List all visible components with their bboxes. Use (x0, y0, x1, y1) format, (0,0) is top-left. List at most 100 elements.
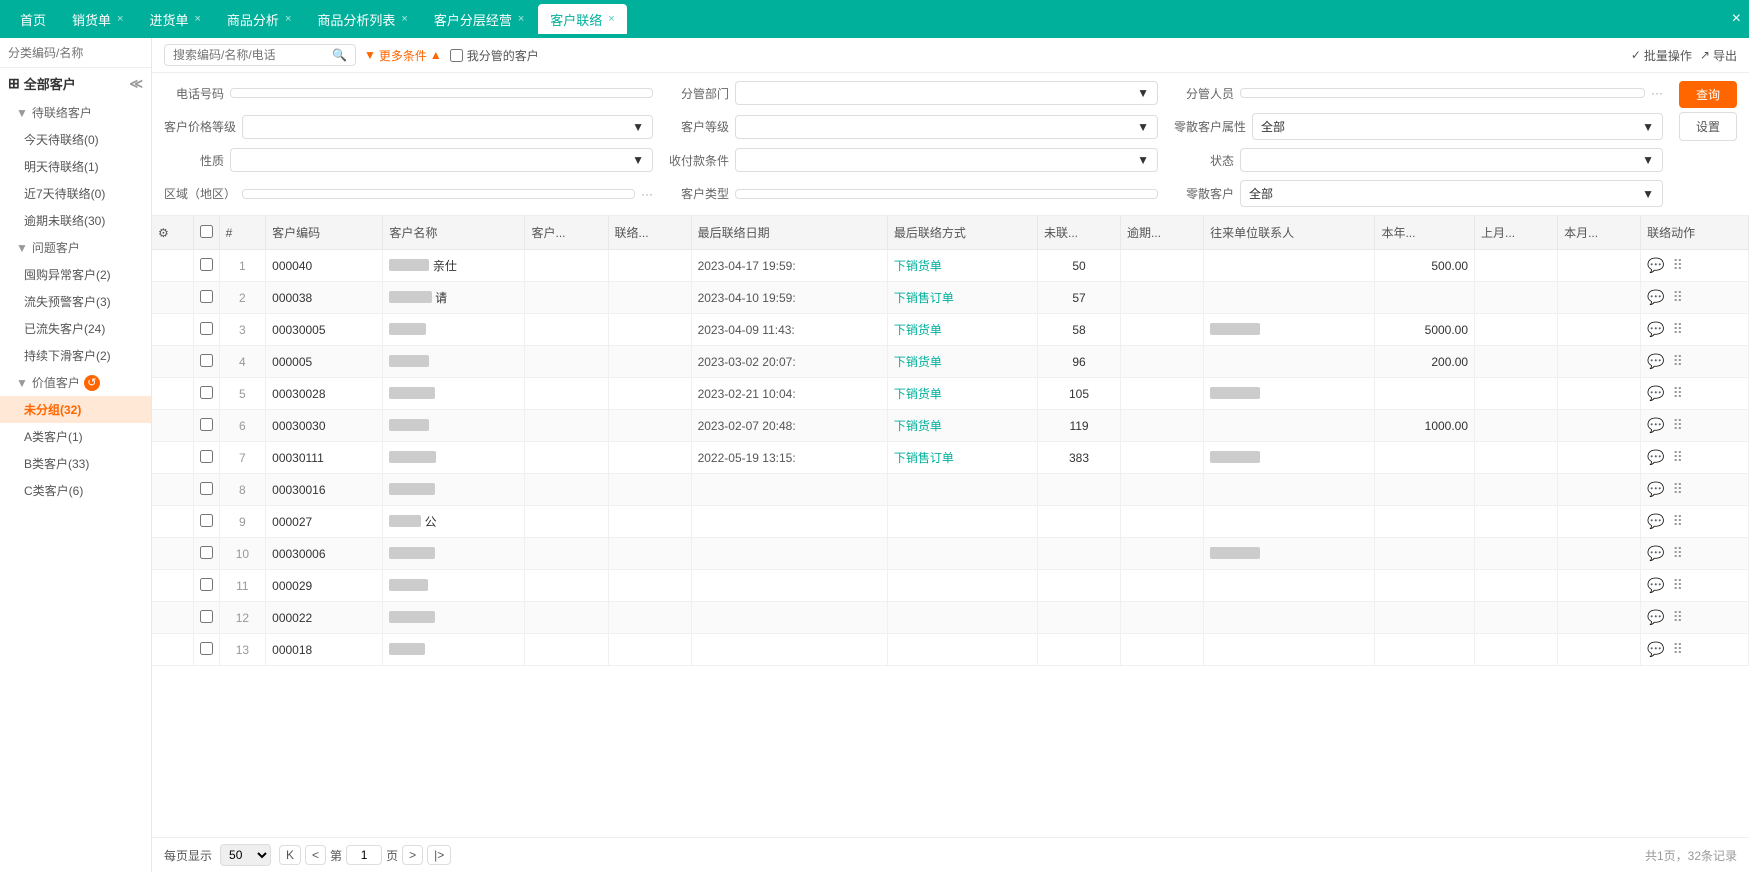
last-contact-type-link[interactable]: 下销货单 (894, 419, 942, 433)
last-contact-type-link[interactable]: 下销货单 (894, 387, 942, 401)
col-overdue[interactable]: 逾期... (1121, 216, 1204, 250)
comment-icon[interactable]: 💬 (1647, 545, 1664, 562)
comment-icon[interactable]: 💬 (1647, 641, 1664, 658)
col-code[interactable]: 客户编码 (266, 216, 383, 250)
row-checkbox[interactable] (200, 322, 213, 335)
row-checkbox[interactable] (200, 386, 213, 399)
tab-customer-tier[interactable]: 客户分层经营 × (422, 4, 536, 34)
row-checkbox[interactable] (200, 290, 213, 303)
comment-icon[interactable]: 💬 (1647, 385, 1664, 402)
last-contact-type-link[interactable]: 下销售订单 (894, 291, 954, 305)
nature-select[interactable]: ▼ (230, 148, 653, 172)
comment-icon[interactable]: 💬 (1647, 417, 1664, 434)
my-customer-checkbox[interactable]: 我分管的客户 (450, 47, 539, 64)
row-checkbox[interactable] (200, 610, 213, 623)
tab-customer-contact[interactable]: 客户联络 × (538, 4, 626, 34)
col-gear[interactable]: ⚙ (152, 216, 193, 250)
last-contact-type-link[interactable]: 下销货单 (894, 355, 942, 369)
batch-ops-button[interactable]: ✓ 批量操作 (1631, 47, 1692, 64)
tab-purchase[interactable]: 进货单 × (137, 4, 212, 34)
comment-icon[interactable]: 💬 (1647, 577, 1664, 594)
price-level-select[interactable]: ▼ (242, 115, 653, 139)
row-checkbox[interactable] (200, 578, 213, 591)
person-more[interactable]: ··· (1651, 86, 1663, 100)
sidebar-item-today-pending[interactable]: 今天待联络(0) (0, 126, 151, 153)
row-checkbox[interactable] (200, 450, 213, 463)
close-sales-tab[interactable]: × (117, 13, 123, 25)
sidebar-item-7days-pending[interactable]: 近7天待联络(0) (0, 180, 151, 207)
sidebar-item-churned[interactable]: 已流失客户(24) (0, 315, 151, 342)
sidebar-item-class-c[interactable]: C类客户(6) (0, 477, 151, 504)
col-this-month[interactable]: 本月... (1558, 216, 1641, 250)
row-checkbox[interactable] (200, 546, 213, 559)
close-goods-analysis-tab[interactable]: × (285, 13, 291, 25)
comment-icon[interactable]: 💬 (1647, 353, 1664, 370)
close-customer-tier-tab[interactable]: × (518, 13, 524, 25)
apps-icon[interactable]: ⠿ (1673, 289, 1683, 306)
phone-input[interactable] (230, 88, 653, 98)
apps-icon[interactable]: ⠿ (1673, 577, 1683, 594)
tab-sales[interactable]: 销货单 × (60, 4, 135, 34)
col-last-month[interactable]: 上月... (1475, 216, 1558, 250)
reset-button[interactable]: 设置 (1679, 112, 1737, 141)
sidebar-item-churn-warning[interactable]: 流失预警客户(3) (0, 288, 151, 315)
apps-icon[interactable]: ⠿ (1673, 609, 1683, 626)
apps-icon[interactable]: ⠿ (1673, 641, 1683, 658)
apps-icon[interactable]: ⠿ (1673, 353, 1683, 370)
page-number-input[interactable] (346, 845, 382, 865)
page-size-select[interactable]: 50 100 (220, 844, 271, 866)
row-checkbox[interactable] (200, 514, 213, 527)
row-checkbox[interactable] (200, 642, 213, 655)
comment-icon[interactable]: 💬 (1647, 289, 1664, 306)
last-page-button[interactable]: |> (427, 845, 451, 865)
select-all-checkbox[interactable] (200, 225, 213, 238)
sidebar-item-abnormal[interactable]: 囤购异常客户(2) (0, 261, 151, 288)
sidebar-item-overdue-pending[interactable]: 逾期未联络(30) (0, 207, 151, 234)
row-checkbox[interactable] (200, 258, 213, 271)
col-name[interactable]: 客户名称 (383, 216, 525, 250)
region-more[interactable]: ··· (641, 187, 653, 201)
sidebar-item-tomorrow-pending[interactable]: 明天待联络(1) (0, 153, 151, 180)
pending-contact-section[interactable]: ▼ 待联络客户 (0, 99, 151, 126)
tab-goods-analysis[interactable]: 商品分析 × (215, 4, 303, 34)
row-checkbox[interactable] (200, 354, 213, 367)
sidebar-item-declining[interactable]: 持续下滑客户(2) (0, 342, 151, 369)
close-window-button[interactable]: × (1732, 10, 1741, 28)
more-filter-button[interactable]: ▼ 更多条件 ▲ (364, 47, 442, 64)
sidebar-item-ungrouped[interactable]: 未分组(32) (0, 396, 151, 423)
apps-icon[interactable]: ⠿ (1673, 257, 1683, 274)
apps-icon[interactable]: ⠿ (1673, 385, 1683, 402)
all-customers-group[interactable]: ⊞ 全部客户 ≪ (0, 68, 151, 99)
comment-icon[interactable]: 💬 (1647, 321, 1664, 338)
comment-icon[interactable]: 💬 (1647, 449, 1664, 466)
comment-icon[interactable]: 💬 (1647, 513, 1664, 530)
next-page-button[interactable]: > (402, 845, 423, 865)
sidebar-item-class-b[interactable]: B类客户(33) (0, 450, 151, 477)
scattered-attr-select[interactable]: 全部 ▼ (1252, 113, 1663, 140)
refresh-badge[interactable]: ↺ (84, 375, 100, 391)
close-purchase-tab[interactable]: × (194, 13, 200, 25)
col-last-type[interactable]: 最后联络方式 (887, 216, 1037, 250)
col-last-date[interactable]: 最后联络日期 (691, 216, 887, 250)
export-button[interactable]: ↗ 导出 (1700, 47, 1737, 64)
sidebar-search-input[interactable] (8, 46, 152, 60)
region-input[interactable] (242, 189, 635, 199)
search-input[interactable] (173, 48, 328, 62)
gear-icon[interactable]: ⚙ (158, 226, 169, 240)
collapse-icon[interactable]: ≪ (129, 76, 143, 92)
search-button[interactable]: 查询 (1679, 81, 1737, 108)
apps-icon[interactable]: ⠿ (1673, 417, 1683, 434)
sidebar-item-class-a[interactable]: A类客户(1) (0, 423, 151, 450)
search-icon[interactable]: 🔍 (332, 48, 347, 62)
apps-icon[interactable]: ⠿ (1673, 449, 1683, 466)
customer-type-input[interactable] (735, 189, 1158, 199)
apps-icon[interactable]: ⠿ (1673, 481, 1683, 498)
comment-icon[interactable]: 💬 (1647, 481, 1664, 498)
close-goods-analysis-list-tab[interactable]: × (401, 13, 407, 25)
customer-level-select[interactable]: ▼ (735, 115, 1158, 139)
col-this-year[interactable]: 本年... (1375, 216, 1475, 250)
last-contact-type-link[interactable]: 下销货单 (894, 323, 942, 337)
status-select[interactable]: ▼ (1240, 148, 1663, 172)
close-customer-contact-tab[interactable]: × (608, 13, 614, 25)
prev-page-button[interactable]: < (305, 845, 326, 865)
